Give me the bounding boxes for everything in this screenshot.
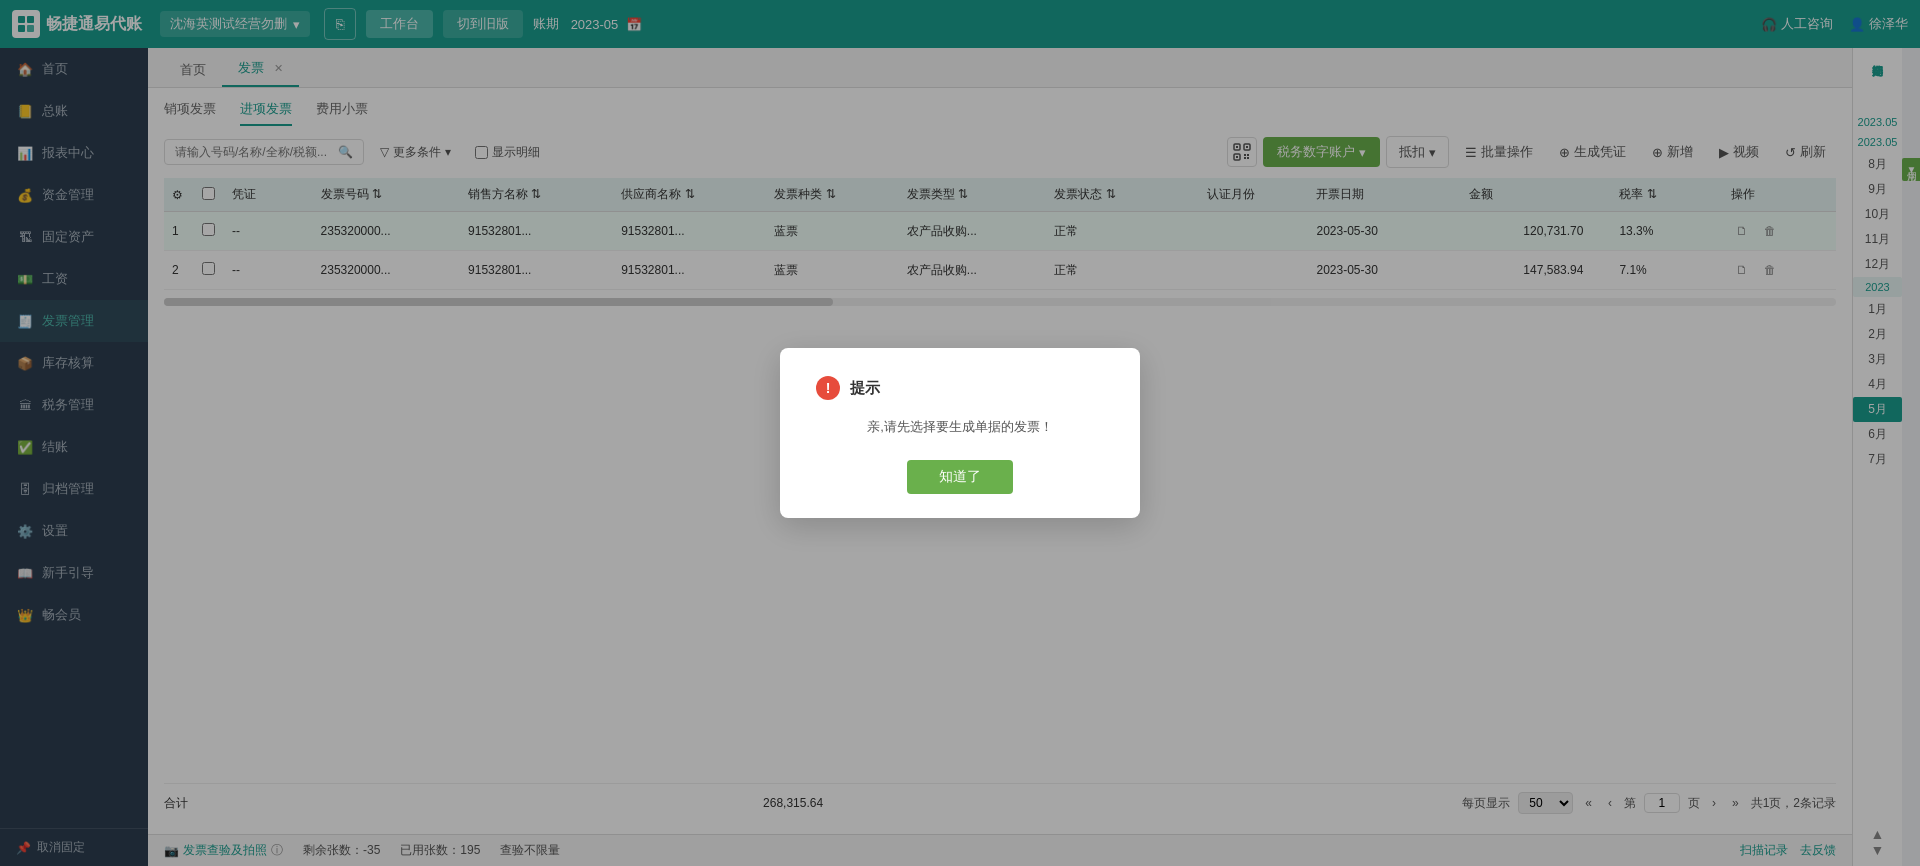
- modal-dialog: ! 提示 亲,请先选择要生成单据的发票！ 知道了: [780, 348, 1140, 518]
- modal-title: 提示: [850, 379, 880, 398]
- modal-footer: 知道了: [816, 460, 1104, 494]
- modal-ok-btn[interactable]: 知道了: [907, 460, 1013, 494]
- modal-warning-icon: !: [816, 376, 840, 400]
- modal-body: 亲,请先选择要生成单据的发票！: [816, 418, 1104, 436]
- modal-overlay: ! 提示 亲,请先选择要生成单据的发票！ 知道了: [0, 0, 1920, 866]
- modal-header: ! 提示: [816, 376, 1104, 400]
- modal-message: 亲,请先选择要生成单据的发票！: [867, 419, 1053, 434]
